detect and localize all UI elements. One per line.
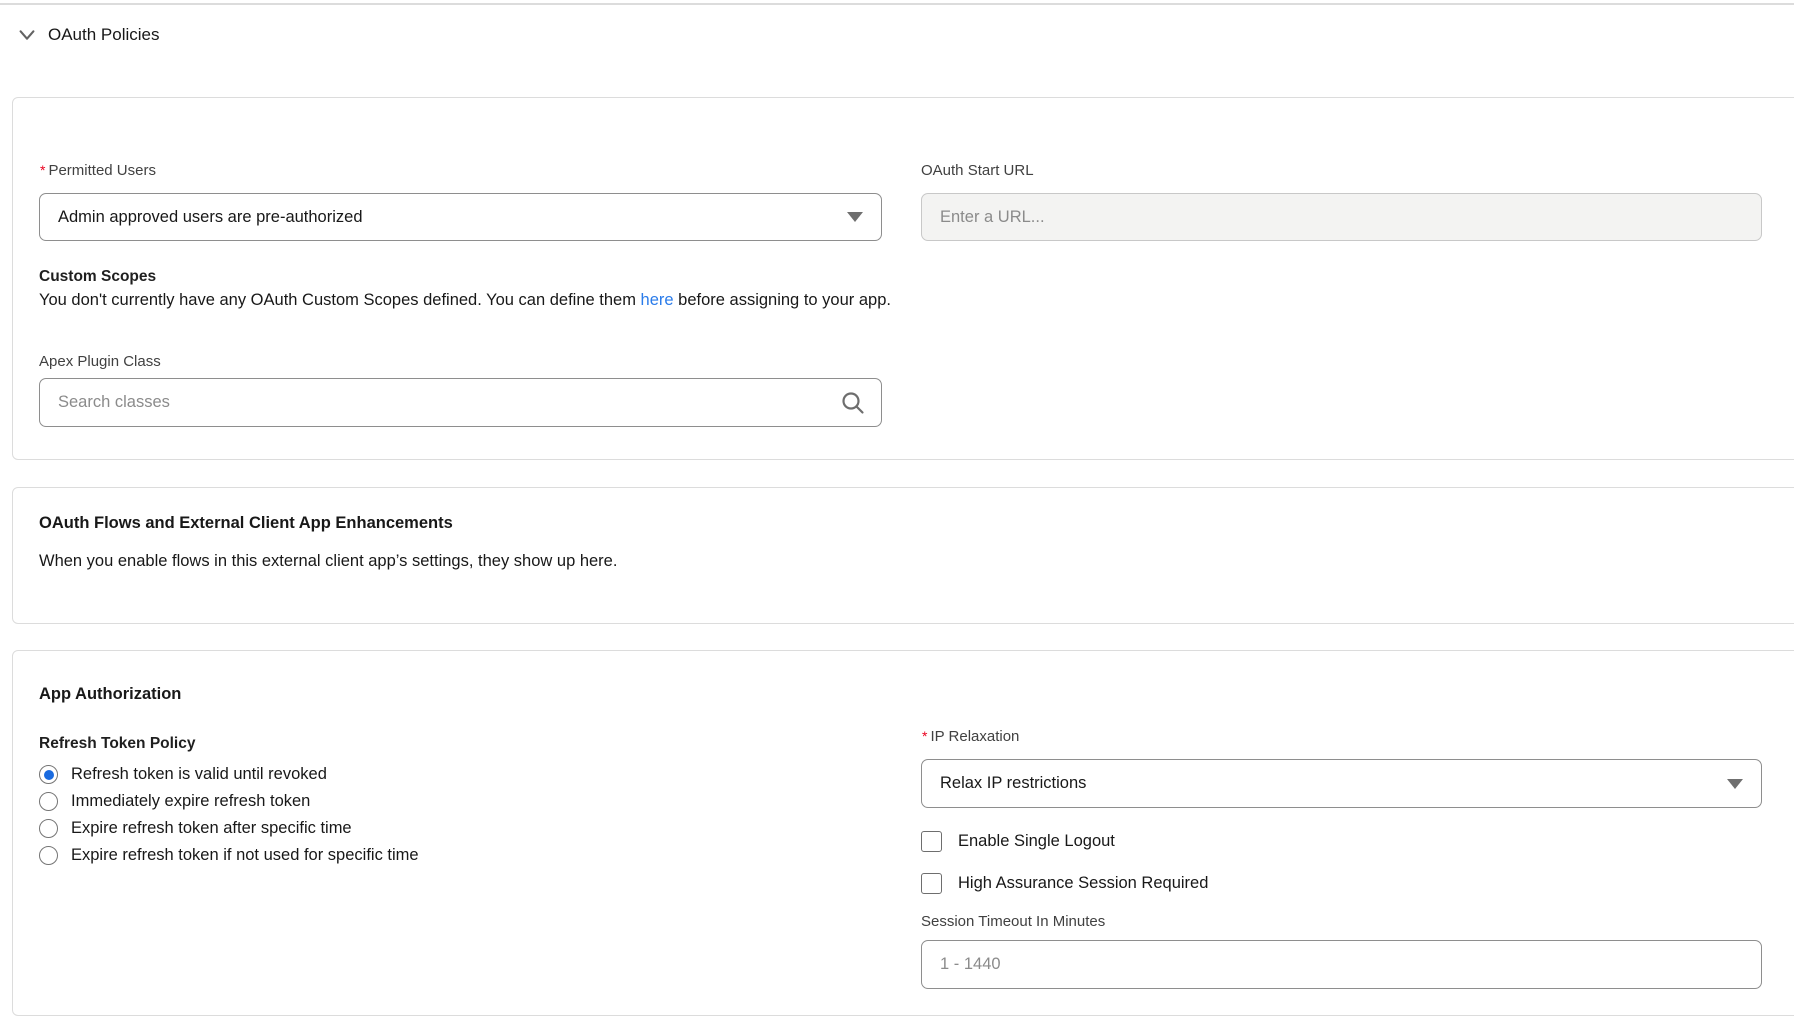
checkbox-unchecked-icon bbox=[921, 831, 942, 852]
refresh-token-policy-label: Refresh Token Policy bbox=[39, 735, 195, 753]
permitted-users-value: Admin approved users are pre-authorized bbox=[58, 208, 363, 227]
ip-relaxation-select[interactable]: Relax IP restrictions bbox=[921, 759, 1762, 808]
checkbox-unchecked-icon bbox=[921, 873, 942, 894]
session-timeout-label: Session Timeout In Minutes bbox=[921, 913, 1105, 930]
oauth-flows-card: OAuth Flows and External Client App Enha… bbox=[12, 487, 1794, 624]
app-authorization-title: App Authorization bbox=[39, 685, 181, 704]
enable-single-logout-checkbox-row[interactable]: Enable Single Logout bbox=[921, 831, 1115, 852]
custom-scopes-label: Custom Scopes bbox=[39, 268, 156, 286]
search-icon bbox=[840, 390, 866, 416]
dropdown-arrow-icon bbox=[847, 212, 863, 222]
radio-selected-icon bbox=[39, 765, 58, 784]
radio-option-expire-if-not-used[interactable]: Expire refresh token if not used for spe… bbox=[39, 842, 419, 869]
oauth-start-url-label: OAuth Start URL bbox=[921, 162, 1034, 179]
oauth-flows-description: When you enable flows in this external c… bbox=[39, 552, 617, 571]
top-divider bbox=[0, 3, 1794, 5]
radio-unselected-icon bbox=[39, 819, 58, 838]
ip-relaxation-label: * IP Relaxation bbox=[922, 728, 1019, 745]
oauth-flows-title: OAuth Flows and External Client App Enha… bbox=[39, 514, 453, 533]
radio-unselected-icon bbox=[39, 792, 58, 811]
refresh-token-policy-radio-group: Refresh token is valid until revoked Imm… bbox=[39, 761, 419, 869]
oauth-policies-section-header[interactable]: OAuth Policies bbox=[16, 24, 160, 46]
radio-option-valid-until-revoked[interactable]: Refresh token is valid until revoked bbox=[39, 761, 419, 788]
high-assurance-session-checkbox-row[interactable]: High Assurance Session Required bbox=[921, 873, 1208, 894]
custom-scopes-text: You don't currently have any OAuth Custo… bbox=[39, 291, 891, 310]
apex-plugin-class-label: Apex Plugin Class bbox=[39, 353, 161, 370]
required-asterisk: * bbox=[40, 162, 45, 178]
custom-scopes-here-link[interactable]: here bbox=[641, 291, 674, 309]
dropdown-arrow-icon bbox=[1727, 779, 1743, 789]
permitted-users-select[interactable]: Admin approved users are pre-authorized bbox=[39, 193, 882, 241]
plugin-policies-card: Plugin Policies * Permitted Users Admin … bbox=[12, 97, 1794, 460]
required-asterisk: * bbox=[922, 728, 927, 744]
app-authorization-card: App Authorization Refresh Token Policy R… bbox=[12, 650, 1794, 1016]
oauth-start-url-input bbox=[921, 193, 1762, 241]
section-title: OAuth Policies bbox=[48, 25, 160, 45]
radio-option-immediately-expire[interactable]: Immediately expire refresh token bbox=[39, 788, 419, 815]
session-timeout-input[interactable] bbox=[921, 940, 1762, 989]
ip-relaxation-value: Relax IP restrictions bbox=[940, 774, 1086, 793]
apex-plugin-class-search bbox=[39, 378, 882, 427]
permitted-users-label: * Permitted Users bbox=[40, 162, 156, 179]
radio-option-expire-after-time[interactable]: Expire refresh token after specific time bbox=[39, 815, 419, 842]
radio-unselected-icon bbox=[39, 846, 58, 865]
chevron-down-icon[interactable] bbox=[16, 24, 38, 46]
apex-plugin-class-search-input[interactable] bbox=[39, 378, 882, 427]
